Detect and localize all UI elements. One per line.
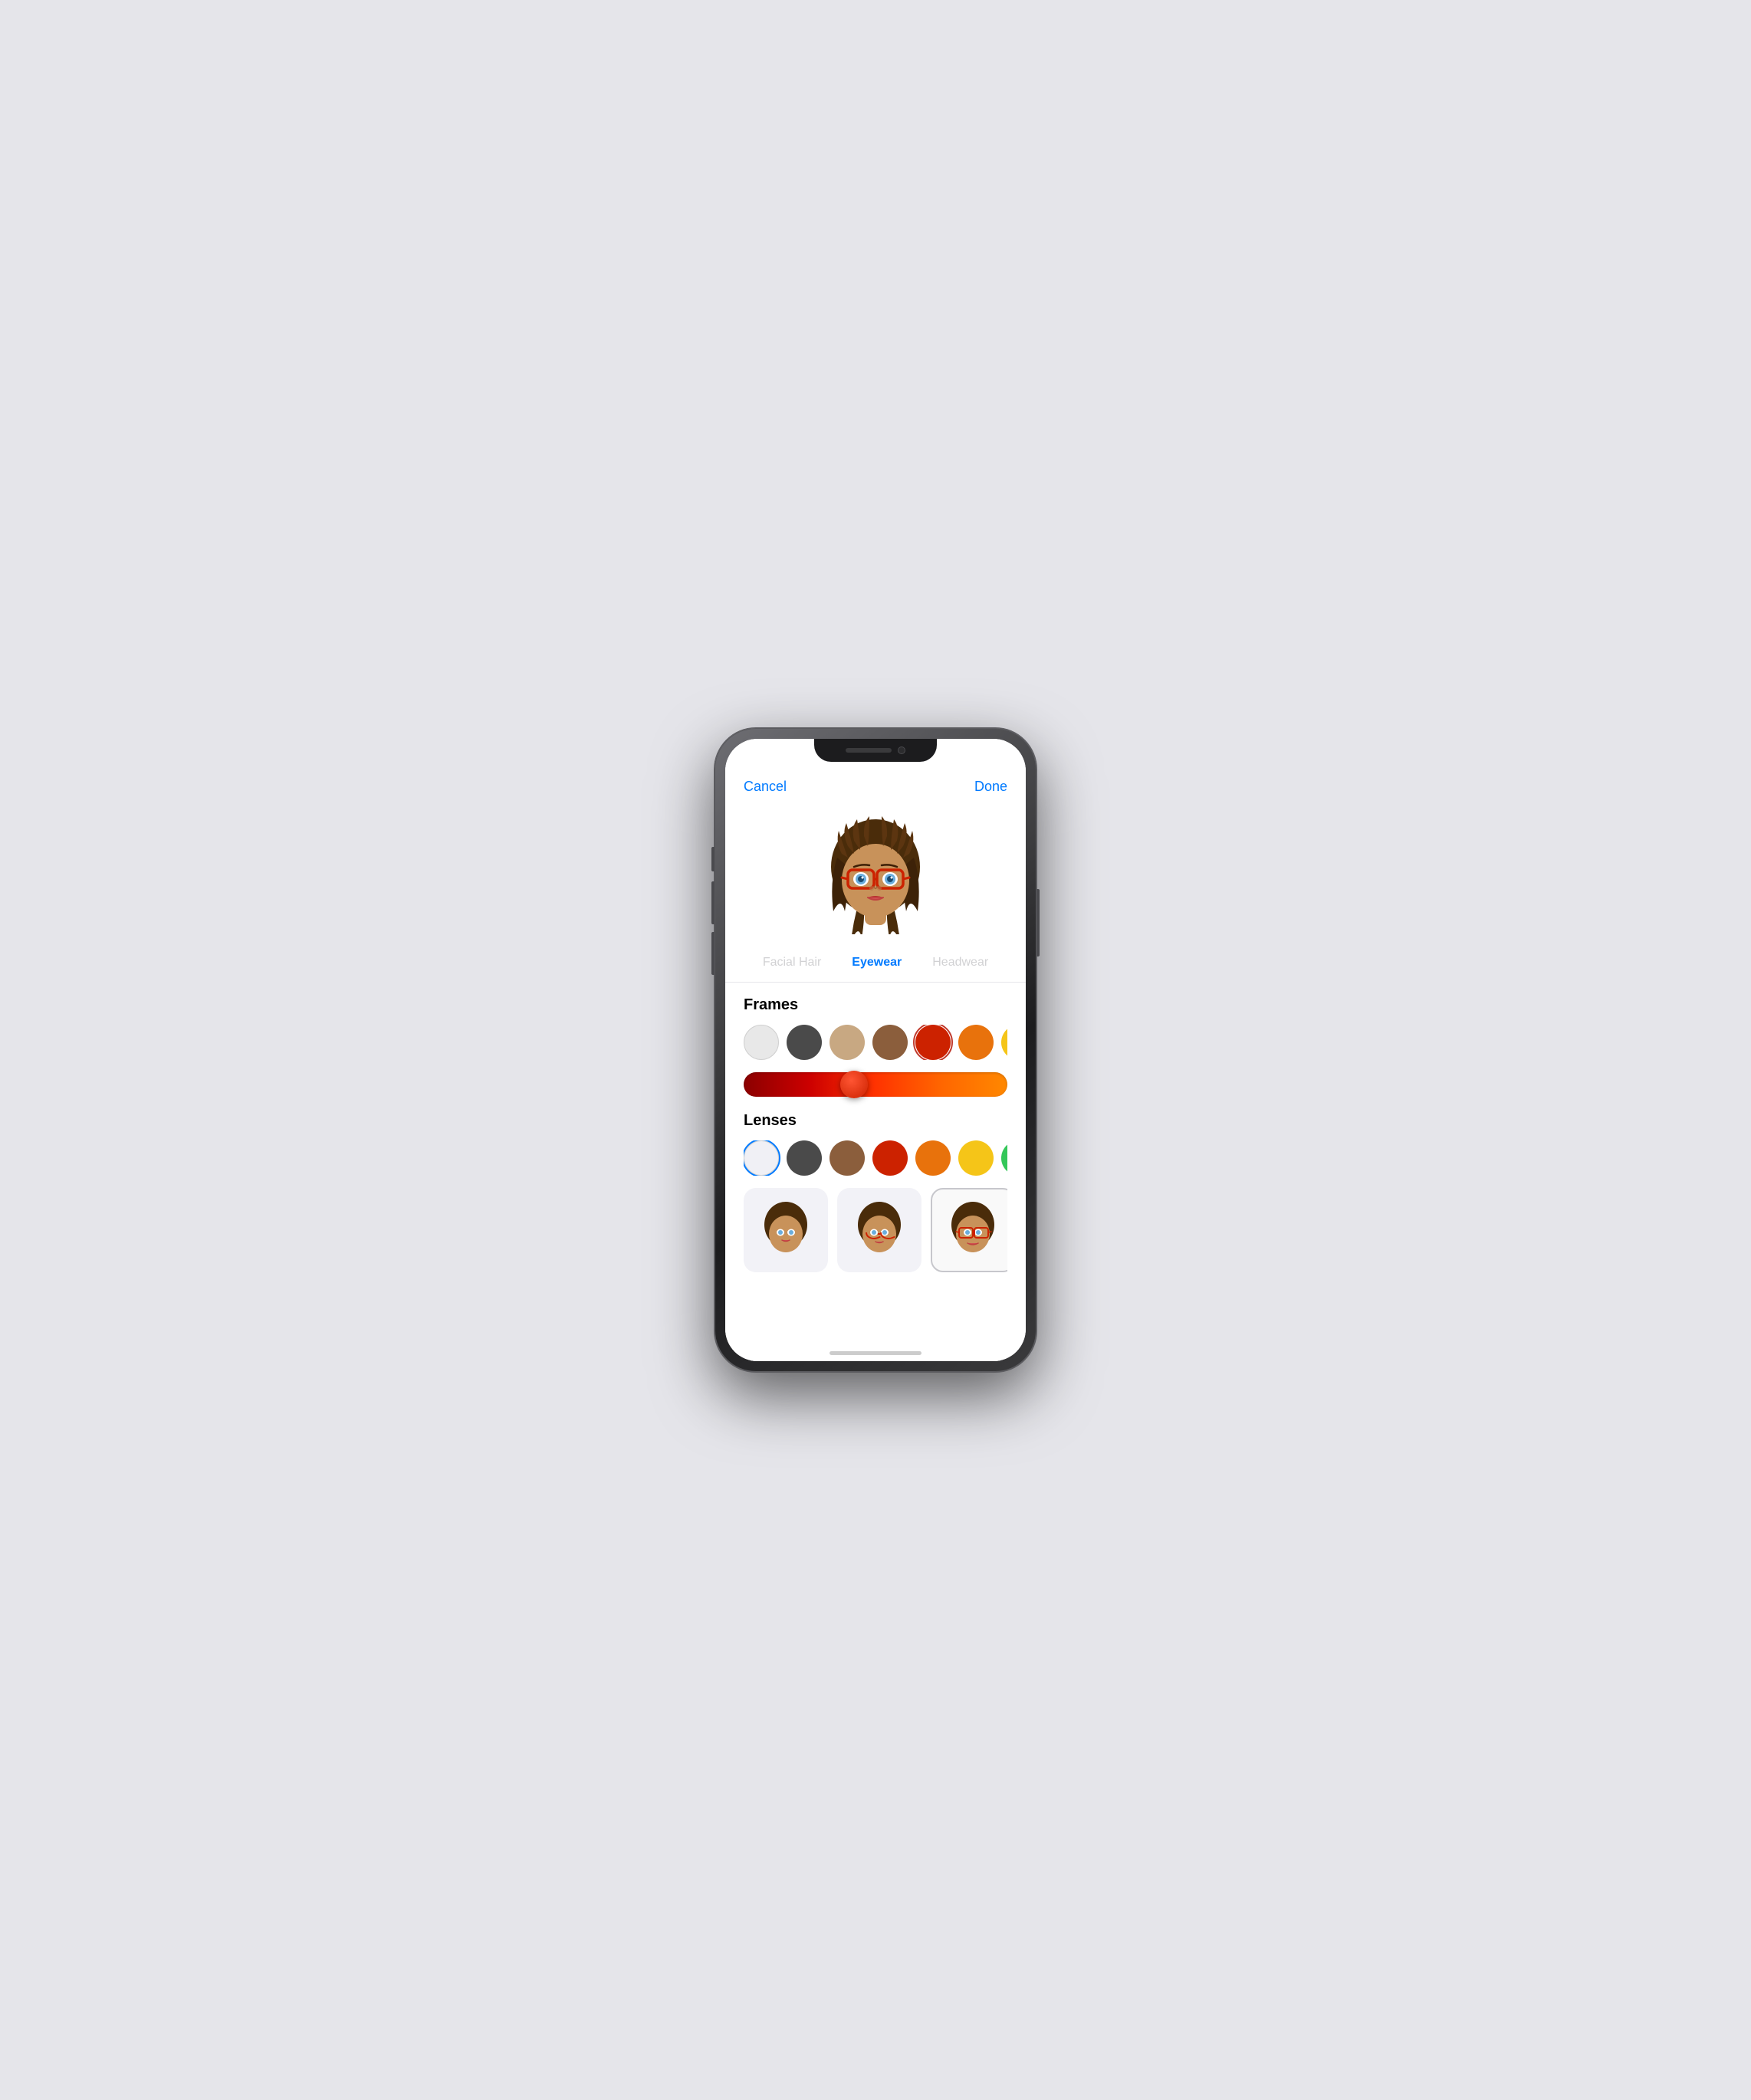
thumbnail-no-glasses-svg (751, 1196, 820, 1265)
cancel-button[interactable]: Cancel (744, 779, 787, 795)
style-thumbnails (744, 1188, 1007, 1272)
thumbnail-half-frame[interactable] (837, 1188, 921, 1272)
thumbnail-half-frame-svg (845, 1196, 914, 1265)
notch (814, 739, 937, 762)
screen: Cancel Done (725, 739, 1026, 1361)
memoji-avatar (814, 812, 937, 934)
frames-slider-track[interactable] (744, 1072, 1007, 1097)
swatch-orange[interactable] (958, 1025, 994, 1060)
lenses-section-title: Lenses (744, 1112, 1007, 1130)
tab-bar: Facial Hair Eyewear Headwear (725, 950, 1026, 982)
screen-content: Cancel Done (725, 739, 1026, 1361)
frames-slider-container (744, 1072, 1007, 1097)
thumbnail-full-frame-svg (938, 1196, 1007, 1265)
lenses-swatch-brown[interactable] (830, 1140, 865, 1176)
scroll-content: Frames (725, 983, 1026, 1338)
lenses-swatch-dark-gray[interactable] (787, 1140, 822, 1176)
lenses-swatch-orange[interactable] (915, 1140, 951, 1176)
home-indicator (725, 1338, 1026, 1361)
swatch-red[interactable] (915, 1025, 951, 1060)
volume-up-button[interactable] (711, 881, 715, 924)
home-bar (830, 1351, 921, 1355)
phone-device: Cancel Done (715, 728, 1036, 1372)
volume-down-button[interactable] (711, 932, 715, 975)
thumbnail-no-glasses[interactable] (744, 1188, 828, 1272)
front-camera (898, 746, 905, 754)
avatar-area (725, 804, 1026, 950)
tab-eyewear[interactable]: Eyewear (836, 950, 917, 976)
header: Cancel Done (725, 773, 1026, 804)
frames-section-title: Frames (744, 996, 1007, 1014)
frames-slider-thumb[interactable] (840, 1071, 868, 1098)
lenses-swatch-clear[interactable] (744, 1140, 779, 1176)
lenses-color-swatches (744, 1140, 1007, 1176)
thumbnail-full-frame[interactable] (931, 1188, 1007, 1272)
memoji-face-svg (814, 812, 937, 934)
mute-button[interactable] (711, 847, 715, 871)
swatch-brown[interactable] (872, 1025, 908, 1060)
speaker (846, 748, 892, 753)
swatch-white[interactable] (744, 1025, 779, 1060)
lenses-swatch-green[interactable] (1001, 1140, 1007, 1176)
power-button[interactable] (1036, 889, 1040, 956)
lenses-swatch-yellow[interactable] (958, 1140, 994, 1176)
swatch-yellow[interactable] (1001, 1025, 1007, 1060)
tab-facial-hair[interactable]: Facial Hair (747, 950, 836, 976)
app-content: Cancel Done (725, 773, 1026, 1361)
lenses-swatch-red[interactable] (872, 1140, 908, 1176)
swatch-tan[interactable] (830, 1025, 865, 1060)
frames-color-swatches (744, 1025, 1007, 1060)
tab-headwear[interactable]: Headwear (917, 950, 1004, 976)
done-button[interactable]: Done (974, 779, 1007, 795)
swatch-dark-gray[interactable] (787, 1025, 822, 1060)
